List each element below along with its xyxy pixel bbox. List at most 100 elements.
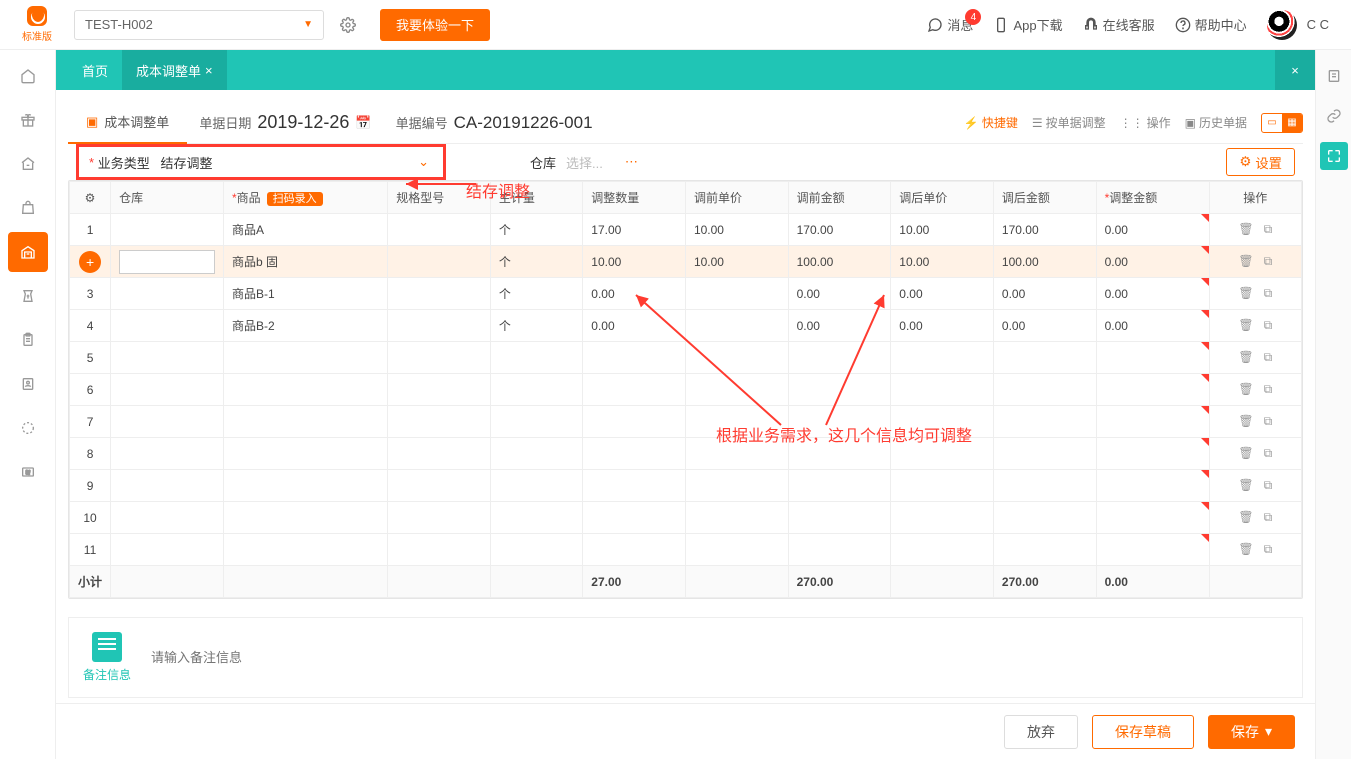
rail-note-icon[interactable] bbox=[1320, 62, 1348, 90]
copy-row-icon[interactable]: ⧉ bbox=[1264, 446, 1273, 461]
copy-row-icon[interactable]: ⧉ bbox=[1264, 510, 1273, 525]
copy-row-icon[interactable]: ⧉ bbox=[1264, 382, 1273, 397]
delete-row-icon[interactable]: 🗑 bbox=[1238, 542, 1253, 557]
col-unit: 主计量 bbox=[490, 182, 582, 214]
copy-row-icon[interactable]: ⧉ bbox=[1264, 350, 1273, 365]
try-experience-button[interactable]: 我要体验一下 bbox=[380, 9, 490, 41]
discard-button[interactable]: 放弃 bbox=[1004, 715, 1078, 749]
sidebar-warehouse-icon[interactable] bbox=[8, 232, 48, 272]
form-row: * 业务类型 结存调整 ⌄ 仓库 选择... ⋯ ⚙设置 bbox=[68, 144, 1303, 180]
sidebar-user-doc-icon[interactable] bbox=[8, 364, 48, 404]
delete-row-icon[interactable]: 🗑 bbox=[1238, 478, 1253, 493]
doc-date[interactable]: 单据日期 2019-12-26 📅 bbox=[187, 112, 383, 133]
sidebar-new-icon[interactable]: 新 bbox=[8, 452, 48, 492]
tab-close-icon[interactable]: × bbox=[205, 63, 213, 78]
rail-expand-icon[interactable] bbox=[1320, 142, 1348, 170]
col-adjust-qty: 调整数量 bbox=[583, 182, 686, 214]
table-row[interactable]: 1商品A个17.0010.00170.0010.00170.000.00🗑⧉ bbox=[70, 214, 1302, 246]
copy-row-icon[interactable]: ⧉ bbox=[1264, 542, 1273, 557]
delete-row-icon[interactable]: 🗑 bbox=[1238, 254, 1253, 269]
warehouse-cell-input[interactable] bbox=[119, 250, 215, 274]
more-icon[interactable]: ⋯ bbox=[625, 154, 638, 170]
table-row[interactable]: 3商品B-1个0.000.000.000.000.00🗑⧉ bbox=[70, 278, 1302, 310]
settings-gear-icon[interactable] bbox=[336, 13, 360, 37]
col-warehouse: 仓库 bbox=[111, 182, 224, 214]
col-pre-amount: 调前金额 bbox=[788, 182, 891, 214]
copy-row-icon[interactable]: ⧉ bbox=[1264, 222, 1273, 237]
tabs-close-all-icon[interactable]: × bbox=[1275, 50, 1315, 90]
save-draft-button[interactable]: 保存草稿 bbox=[1092, 715, 1194, 749]
col-settings-icon[interactable]: ⚙ bbox=[70, 182, 111, 214]
footer-actions: 放弃 保存草稿 保存▾ bbox=[56, 703, 1315, 759]
delete-row-icon[interactable]: 🗑 bbox=[1238, 414, 1253, 429]
grid-header-row: ⚙ 仓库 *商品扫码录入 规格型号 主计量 调整数量 调前单价 调前金额 调后单… bbox=[70, 182, 1302, 214]
col-adjust-amount: *调整金额 bbox=[1096, 182, 1209, 214]
help-center-button[interactable]: 帮助中心 bbox=[1175, 15, 1247, 34]
settings-button[interactable]: ⚙设置 bbox=[1226, 148, 1295, 176]
notes-icon: 备注信息 bbox=[83, 632, 131, 683]
by-doc-adjust-button[interactable]: ☰按单据调整 bbox=[1032, 114, 1106, 131]
chevron-down-icon: ▾ bbox=[1265, 723, 1272, 740]
copy-row-icon[interactable]: ⧉ bbox=[1264, 478, 1273, 493]
col-ops: 操作 bbox=[1209, 182, 1302, 214]
online-service-button[interactable]: 在线客服 bbox=[1083, 15, 1155, 34]
view-toggle[interactable]: ▭ ▦ bbox=[1261, 113, 1303, 133]
business-type-select[interactable]: * 业务类型 结存调整 ⌄ bbox=[76, 144, 446, 180]
col-post-amount: 调后金额 bbox=[993, 182, 1096, 214]
table-row[interactable]: 6🗑⧉ bbox=[70, 374, 1302, 406]
sidebar-wallet-icon[interactable] bbox=[8, 144, 48, 184]
scan-entry-button[interactable]: 扫码录入 bbox=[267, 192, 323, 206]
view-single-icon[interactable]: ▭ bbox=[1262, 114, 1282, 132]
table-row[interactable]: +商品b 固个10.0010.00100.0010.00100.000.00🗑⧉ bbox=[70, 246, 1302, 278]
delete-row-icon[interactable]: 🗑 bbox=[1238, 350, 1253, 365]
delete-row-icon[interactable]: 🗑 bbox=[1238, 286, 1253, 301]
tab-home[interactable]: 首页 bbox=[68, 50, 122, 90]
table-row[interactable]: 8🗑⧉ bbox=[70, 438, 1302, 470]
col-pre-price: 调前单价 bbox=[685, 182, 788, 214]
svg-text:新: 新 bbox=[25, 469, 30, 476]
notes-input[interactable] bbox=[151, 650, 1288, 665]
sidebar-money-icon[interactable] bbox=[8, 276, 48, 316]
sidebar-home-icon[interactable] bbox=[8, 56, 48, 96]
shortcut-button[interactable]: ⚡快捷键 bbox=[964, 114, 1018, 131]
doc-number: 单据编号 CA-20191226-001 bbox=[384, 113, 605, 133]
copy-row-icon[interactable]: ⧉ bbox=[1264, 286, 1273, 301]
copy-row-icon[interactable]: ⧉ bbox=[1264, 414, 1273, 429]
delete-row-icon[interactable]: 🗑 bbox=[1238, 510, 1253, 525]
delete-row-icon[interactable]: 🗑 bbox=[1238, 382, 1253, 397]
table-row[interactable]: 5🗑⧉ bbox=[70, 342, 1302, 374]
table-row[interactable]: 11🗑⧉ bbox=[70, 534, 1302, 566]
subtotal-row: 小计 27.00 270.00 270.00 0.00 bbox=[70, 566, 1302, 598]
operation-button[interactable]: ⋮⋮操作 bbox=[1120, 114, 1171, 131]
sidebar-gift-icon[interactable] bbox=[8, 100, 48, 140]
add-row-button[interactable]: + bbox=[79, 251, 101, 273]
save-button[interactable]: 保存▾ bbox=[1208, 715, 1295, 749]
table-row[interactable]: 7🗑⧉ bbox=[70, 406, 1302, 438]
warehouse-select[interactable]: 仓库 选择... ⋯ bbox=[530, 153, 638, 172]
left-sidebar: 新 bbox=[0, 50, 56, 759]
sidebar-loading-icon[interactable] bbox=[8, 408, 48, 448]
tab-cost-adjustment[interactable]: 成本调整单 × bbox=[122, 50, 227, 90]
app-download-button[interactable]: App下载 bbox=[993, 15, 1062, 34]
delete-row-icon[interactable]: 🗑 bbox=[1238, 446, 1253, 461]
document-title: ▣ 成本调整单 bbox=[68, 102, 187, 144]
delete-row-icon[interactable]: 🗑 bbox=[1238, 318, 1253, 333]
view-grid-icon[interactable]: ▦ bbox=[1282, 114, 1302, 132]
chevron-down-icon: ▼ bbox=[303, 19, 313, 30]
col-post-price: 调后单价 bbox=[891, 182, 994, 214]
gear-icon: ⚙ bbox=[1239, 154, 1251, 170]
table-row[interactable]: 9🗑⧉ bbox=[70, 470, 1302, 502]
history-button[interactable]: ▣历史单据 bbox=[1185, 114, 1247, 131]
sidebar-clipboard-icon[interactable] bbox=[8, 320, 48, 360]
messages-button[interactable]: 消息 4 bbox=[927, 15, 973, 34]
copy-row-icon[interactable]: ⧉ bbox=[1264, 318, 1273, 333]
copy-row-icon[interactable]: ⧉ bbox=[1264, 254, 1273, 269]
user-avatar[interactable] bbox=[1267, 10, 1297, 40]
delete-row-icon[interactable]: 🗑 bbox=[1238, 222, 1253, 237]
table-row[interactable]: 4商品B-2个0.000.000.000.000.00🗑⧉ bbox=[70, 310, 1302, 342]
sidebar-bag-icon[interactable] bbox=[8, 188, 48, 228]
user-name[interactable]: C C bbox=[1307, 17, 1329, 32]
rail-link-icon[interactable] bbox=[1320, 102, 1348, 130]
table-row[interactable]: 10🗑⧉ bbox=[70, 502, 1302, 534]
org-selector[interactable]: TEST-H002 ▼ bbox=[74, 10, 324, 40]
